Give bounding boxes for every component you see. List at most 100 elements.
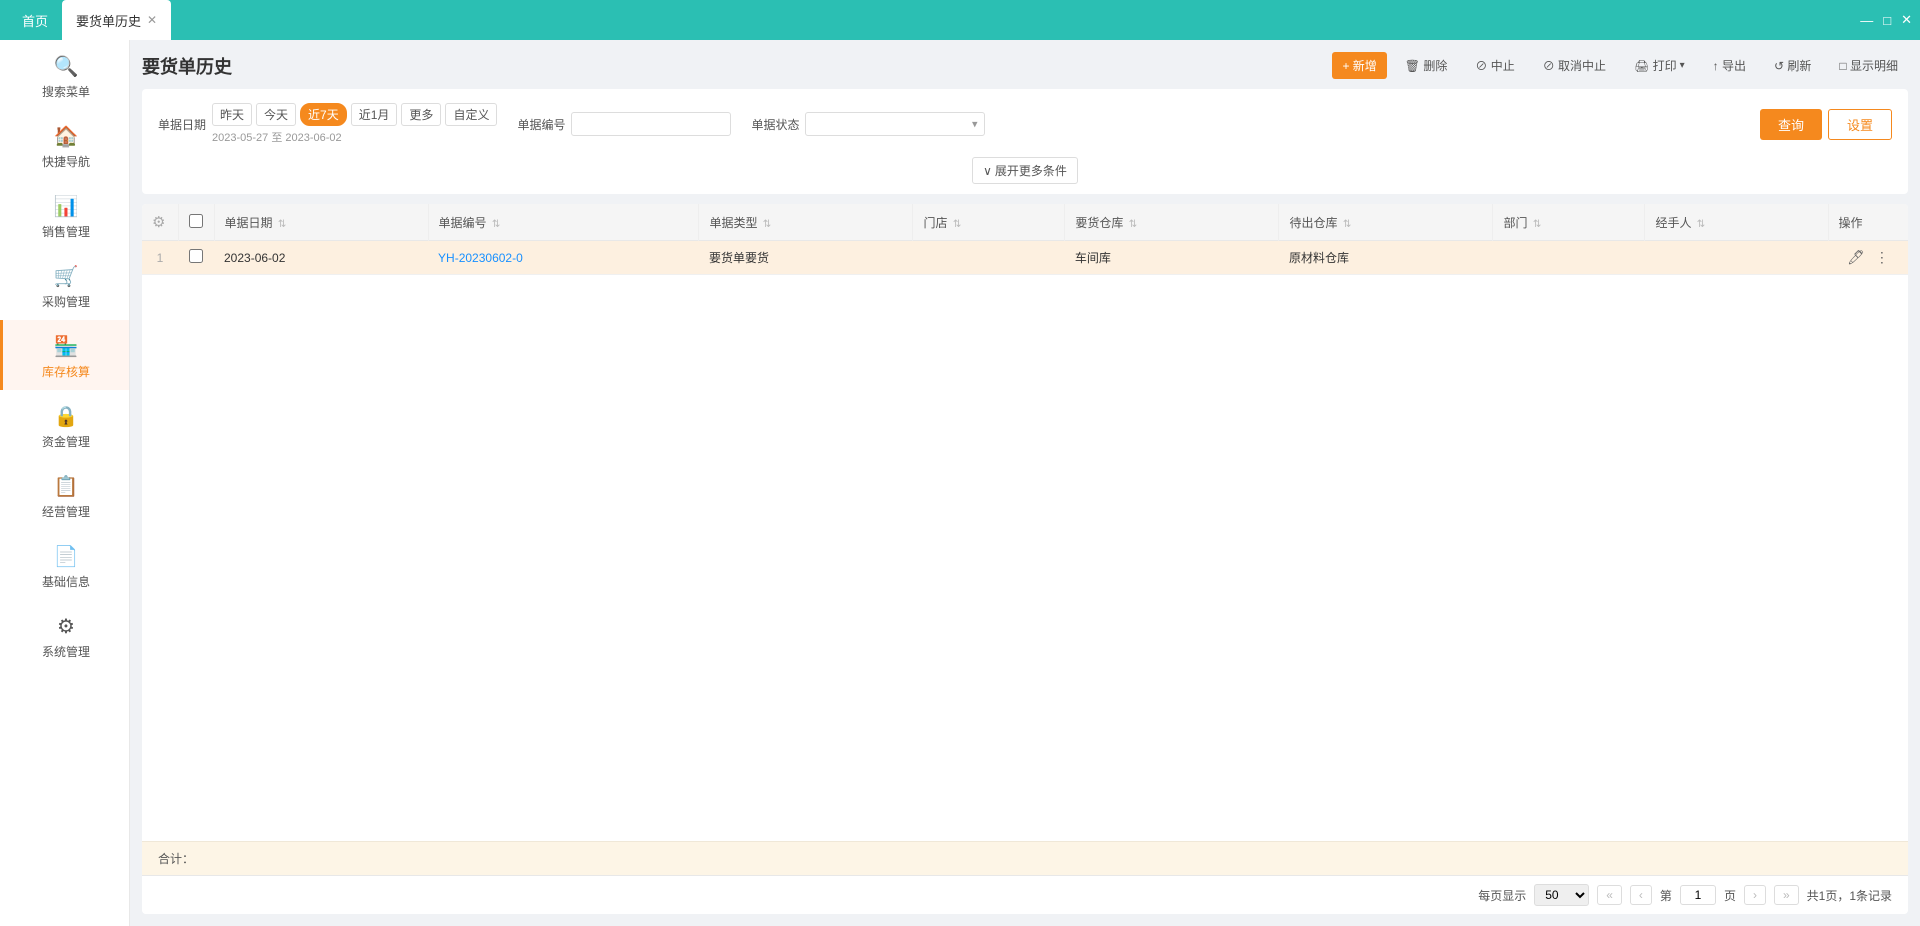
sidebar-item-quick-nav[interactable]: 🏠 快捷导航 <box>0 110 129 180</box>
date-btn-1month[interactable]: 近1月 <box>351 103 398 126</box>
row-handler-cell <box>1645 241 1828 275</box>
page-title: 要货单历史 <box>142 53 1332 79</box>
action-icons: 🖊 ⋮ <box>1838 249 1898 266</box>
sales-mgmt-icon: 📊 <box>54 194 79 219</box>
col-header-handler: 经手人 ⇅ <box>1645 204 1828 241</box>
sidebar-item-ops-mgmt[interactable]: 📋 经营管理 <box>0 460 129 530</box>
page-size-label: 每页显示 <box>1478 887 1526 904</box>
sidebar-item-sales-mgmt[interactable]: 📊 销售管理 <box>0 180 129 250</box>
filter-actions: 查询 设置 <box>1760 109 1892 140</box>
bill-status-label: 单据状态 <box>751 116 799 133</box>
row-checkbox[interactable] <box>189 249 203 263</box>
filter-row: 单据日期 昨天 今天 近7天 近1月 更多 自定义 2023-05-27 至 2… <box>158 103 1892 145</box>
sort-store-icon[interactable]: ⇅ <box>953 219 961 230</box>
expand-more-icon: ∨ <box>983 164 992 178</box>
tab-close-icon[interactable]: ✕ <box>147 13 157 27</box>
content-area: 要货单历史 + 新增 🗑 删除 ⊘ 中止 ⊘ 取消中止 🖨 打印 ▾ ↑ 导出 … <box>130 40 1920 926</box>
top-bar: 首页 要货单历史 ✕ — □ ✕ <box>0 0 1920 40</box>
bill-no-input[interactable] <box>571 112 731 136</box>
date-btn-today[interactable]: 今天 <box>256 103 296 126</box>
pagination-bar: 每页显示 20 50 100 « ‹ 第 页 › » 共1页，1条记录 <box>142 875 1908 914</box>
date-btn-more[interactable]: 更多 <box>401 103 441 126</box>
sort-req-warehouse-icon[interactable]: ⇅ <box>1129 219 1137 230</box>
last-page-button[interactable]: » <box>1774 885 1799 905</box>
data-table: ⚙ 单据日期 ⇅ 单据编号 ⇅ <box>142 204 1908 275</box>
table-card: ⚙ 单据日期 ⇅ 单据编号 ⇅ <box>142 204 1908 914</box>
stop-button[interactable]: ⊘ 中止 <box>1465 52 1524 79</box>
system-mgmt-icon: ⚙ <box>57 614 75 639</box>
row-wait-warehouse-cell: 原材料仓库 <box>1279 241 1493 275</box>
select-all-checkbox[interactable] <box>189 214 203 228</box>
row-bill-no-cell: YH-20230602-0 <box>428 241 699 275</box>
row-actions-cell: 🖊 ⋮ <box>1828 241 1908 275</box>
close-icon[interactable]: ✕ <box>1901 12 1912 28</box>
minimize-icon[interactable]: — <box>1860 13 1873 28</box>
purchase-mgmt-icon: 🛒 <box>54 264 79 289</box>
date-btn-custom[interactable]: 自定义 <box>445 103 497 126</box>
date-filter-label: 单据日期 <box>158 116 206 133</box>
sort-handler-icon[interactable]: ⇅ <box>1697 219 1705 230</box>
row-dept-cell <box>1493 241 1645 275</box>
sort-bill-no-icon[interactable]: ⇅ <box>492 219 500 230</box>
bill-no-filter-group: 单据编号 <box>517 112 731 136</box>
refresh-button[interactable]: ↺ 刷新 <box>1764 52 1821 79</box>
display-detail-button[interactable]: □ 显示明细 <box>1829 52 1908 79</box>
export-button[interactable]: ↑ 导出 <box>1703 52 1756 79</box>
table-scroll-container[interactable]: ⚙ 单据日期 ⇅ 单据编号 ⇅ <box>142 204 1908 841</box>
page-header: 要货单历史 + 新增 🗑 删除 ⊘ 中止 ⊘ 取消中止 🖨 打印 ▾ ↑ 导出 … <box>142 52 1908 79</box>
row-edit-button[interactable]: 🖊 <box>1845 249 1867 266</box>
bill-status-filter-group: 单据状态 <box>751 112 985 136</box>
tab-history[interactable]: 要货单历史 ✕ <box>62 0 171 40</box>
row-bill-type-cell: 要货单要货 <box>699 241 913 275</box>
date-filter-group: 单据日期 昨天 今天 近7天 近1月 更多 自定义 2023-05-27 至 2… <box>158 103 497 145</box>
page-number-input[interactable] <box>1680 885 1716 905</box>
search-menu-icon: 🔍 <box>54 54 79 79</box>
sidebar: 🔍 搜索菜单 🏠 快捷导航 📊 销售管理 🛒 采购管理 🏪 库存核算 🔒 资金管… <box>0 40 130 926</box>
row-more-button[interactable]: ⋮ <box>1873 249 1891 266</box>
sidebar-item-inventory-calc[interactable]: 🏪 库存核算 <box>0 320 129 390</box>
sidebar-item-purchase-mgmt[interactable]: 🛒 采购管理 <box>0 250 129 320</box>
col-header-bill-no: 单据编号 ⇅ <box>428 204 699 241</box>
date-buttons: 昨天 今天 近7天 近1月 更多 自定义 <box>212 103 497 126</box>
row-date-cell: 2023-06-02 <box>214 241 428 275</box>
date-btn-yesterday[interactable]: 昨天 <box>212 103 252 126</box>
maximize-icon[interactable]: □ <box>1883 13 1891 28</box>
toolbar: + 新增 🗑 删除 ⊘ 中止 ⊘ 取消中止 🖨 打印 ▾ ↑ 导出 ↺ 刷新 □… <box>1332 52 1908 79</box>
sidebar-item-search-menu[interactable]: 🔍 搜索菜单 <box>0 40 129 110</box>
sort-dept-icon[interactable]: ⇅ <box>1533 219 1541 230</box>
delete-button[interactable]: 🗑 删除 <box>1395 52 1458 79</box>
page-size-select[interactable]: 20 50 100 <box>1534 884 1589 906</box>
window-controls: — □ ✕ <box>1860 12 1912 28</box>
table-settings-icon[interactable]: ⚙ <box>152 214 165 231</box>
new-button[interactable]: + 新增 <box>1332 52 1386 79</box>
sidebar-item-basic-info[interactable]: 📄 基础信息 <box>0 530 129 600</box>
bill-no-label: 单据编号 <box>517 116 565 133</box>
print-button[interactable]: 🖨 打印 ▾ <box>1624 52 1695 79</box>
table-row[interactable]: 1 2023-06-02 YH-20230602-0 要货单要货 车间 <box>142 241 1908 275</box>
col-header-settings: ⚙ <box>142 204 178 241</box>
sidebar-item-system-mgmt[interactable]: ⚙ 系统管理 <box>0 600 129 670</box>
bill-status-select[interactable] <box>805 112 985 136</box>
finance-mgmt-icon: 🔒 <box>54 404 79 429</box>
first-page-button[interactable]: « <box>1597 885 1622 905</box>
sidebar-item-finance-mgmt[interactable]: 🔒 资金管理 <box>0 390 129 460</box>
expand-more-button[interactable]: ∨ 展开更多条件 <box>972 157 1078 184</box>
row-bill-no-link[interactable]: YH-20230602-0 <box>438 251 523 265</box>
settings-button[interactable]: 设置 <box>1828 109 1892 140</box>
table-footer: 合计： <box>142 841 1908 875</box>
tab-home[interactable]: 首页 <box>8 0 62 40</box>
ops-mgmt-icon: 📋 <box>54 474 79 499</box>
row-req-warehouse-cell: 车间库 <box>1065 241 1279 275</box>
quick-nav-icon: 🏠 <box>54 124 79 149</box>
query-button[interactable]: 查询 <box>1760 109 1822 140</box>
sort-wait-warehouse-icon[interactable]: ⇅ <box>1343 219 1351 230</box>
sort-date-icon[interactable]: ⇅ <box>278 219 286 230</box>
row-settings-cell: 1 <box>142 241 178 275</box>
next-page-button[interactable]: › <box>1744 885 1766 905</box>
prev-page-button[interactable]: ‹ <box>1630 885 1652 905</box>
col-header-wait-warehouse: 待出仓库 ⇅ <box>1279 204 1493 241</box>
basic-info-icon: 📄 <box>54 544 79 569</box>
date-btn-7days[interactable]: 近7天 <box>300 103 347 126</box>
sort-bill-type-icon[interactable]: ⇅ <box>763 219 771 230</box>
cancel-stop-button[interactable]: ⊘ 取消中止 <box>1533 52 1616 79</box>
